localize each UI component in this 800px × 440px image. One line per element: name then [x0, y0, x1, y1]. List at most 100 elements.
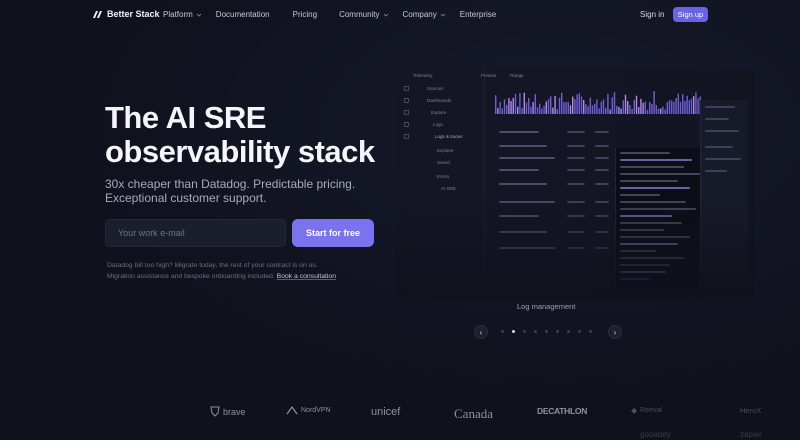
nav-pricing[interactable]: Pricing	[293, 10, 317, 19]
histogram-bar	[644, 101, 646, 114]
chevron-down-icon	[383, 13, 388, 17]
code-line	[620, 243, 678, 245]
carousel-dot[interactable]	[512, 330, 515, 333]
log-level-placeholder	[567, 183, 585, 185]
code-line	[620, 264, 670, 266]
histogram-bar	[671, 100, 673, 114]
carousel-dot[interactable]	[556, 330, 559, 333]
reeval-logo-text: Reeval	[640, 407, 662, 414]
histogram-bar	[598, 108, 600, 114]
histogram-bar	[677, 93, 679, 114]
log-level-placeholder	[567, 145, 585, 147]
note-line-2: Migration assistance and bespoke onboard…	[107, 273, 275, 280]
code-line	[620, 173, 700, 175]
carousel-dot[interactable]	[534, 330, 537, 333]
histogram-bar	[686, 95, 688, 114]
nav-documentation[interactable]: Documentation	[216, 10, 270, 19]
log-source-placeholder	[595, 231, 609, 233]
log-volume-histogram	[495, 91, 704, 114]
code-line	[620, 250, 656, 252]
carousel-dot[interactable]	[589, 330, 592, 333]
log-level-placeholder	[567, 169, 585, 171]
histogram-bar	[591, 105, 594, 114]
histogram-bar	[662, 106, 664, 114]
histogram-bar	[512, 97, 514, 114]
histogram-bar	[583, 100, 585, 114]
log-source-placeholder	[595, 247, 609, 249]
diamond-icon: ◆	[631, 406, 638, 415]
carousel-dot[interactable]	[578, 330, 581, 333]
log-timestamp-placeholder	[499, 215, 539, 217]
histogram-bar	[640, 98, 642, 114]
preview-sidebar-title: Telemetry	[413, 73, 433, 78]
start-for-free-button[interactable]: Start for free	[292, 219, 374, 247]
histogram-bar	[572, 96, 574, 114]
histogram-bar	[695, 92, 697, 114]
carousel-dot[interactable]	[567, 330, 570, 333]
note-line-1: Datadog bill too high? Migrate today, th…	[107, 262, 318, 269]
preview-toolbar: Presets Range	[481, 73, 524, 78]
histogram-bar	[523, 92, 525, 114]
log-source-placeholder	[595, 131, 609, 133]
code-line	[620, 208, 696, 210]
code-line	[620, 194, 660, 196]
email-input[interactable]: Your work e-mail	[105, 219, 286, 247]
signup-button[interactable]: Sign up	[673, 7, 708, 22]
code-line	[620, 201, 686, 203]
book-consultation-link[interactable]: Book a consultation	[277, 273, 336, 280]
headline-line-1: The AI SRE	[105, 100, 266, 135]
preview-sidebar-item: Logs	[433, 122, 443, 127]
chevron-down-icon	[196, 13, 202, 17]
decathlon-logo-text: DECATHLON	[537, 406, 588, 416]
signin-link[interactable]: Sign in	[640, 10, 664, 19]
nav-pricing-label: Pricing	[292, 10, 318, 19]
histogram-bar	[660, 108, 662, 114]
histogram-bar	[649, 101, 651, 114]
histogram-bar	[622, 100, 624, 114]
carousel-dot[interactable]	[545, 330, 548, 333]
better-stack-logo-icon	[93, 10, 102, 18]
log-source-placeholder	[595, 145, 609, 147]
histogram-bar	[668, 100, 671, 114]
histogram-bar	[589, 97, 591, 114]
hero-subheadline: 30x cheaper than Datadog. Predictable pr…	[105, 177, 375, 205]
log-timestamp-placeholder	[499, 201, 555, 203]
code-line	[620, 229, 664, 231]
histogram-bar	[697, 98, 699, 114]
explore-icon	[404, 110, 409, 115]
histogram-bar	[530, 106, 532, 114]
histogram-bar	[525, 102, 528, 114]
histogram-bar	[629, 104, 631, 114]
nav-platform[interactable]: Platform	[163, 10, 202, 19]
histogram-bar	[574, 99, 576, 114]
code-line	[620, 215, 672, 217]
code-line	[620, 159, 692, 161]
histogram-bar	[679, 101, 682, 114]
histogram-bar	[690, 98, 693, 114]
nav-community[interactable]: Community	[339, 10, 388, 19]
carousel-dot[interactable]	[523, 330, 526, 333]
brand-logo[interactable]: Better Stack	[93, 9, 160, 19]
carousel-prev-button[interactable]: ‹	[474, 325, 488, 339]
canada-logo-text: Canada	[454, 406, 493, 421]
histogram-bar	[532, 101, 534, 114]
histogram-bar	[585, 104, 587, 114]
histogram-bar	[552, 107, 554, 114]
sources-icon	[404, 86, 409, 91]
brave-logo-text: brave	[223, 406, 246, 417]
nordvpn-mountain-icon	[286, 406, 298, 415]
log-level-placeholder	[567, 157, 585, 159]
product-preview: Telemetry Sources Dashboards Explore Log…	[395, 68, 755, 298]
histogram-bar	[580, 96, 583, 114]
nav-enterprise[interactable]: Enterprise	[460, 10, 496, 19]
nav-company[interactable]: Company	[403, 10, 446, 19]
carousel-dot[interactable]	[501, 330, 504, 333]
detail-line	[705, 130, 739, 132]
log-timestamp-placeholder	[499, 183, 547, 185]
histogram-bar	[539, 103, 541, 114]
histogram-bar	[631, 108, 633, 114]
histogram-bar	[510, 101, 512, 114]
histogram-bar	[567, 101, 569, 114]
carousel-next-button[interactable]: ›	[608, 325, 622, 339]
histogram-bar	[642, 102, 644, 114]
